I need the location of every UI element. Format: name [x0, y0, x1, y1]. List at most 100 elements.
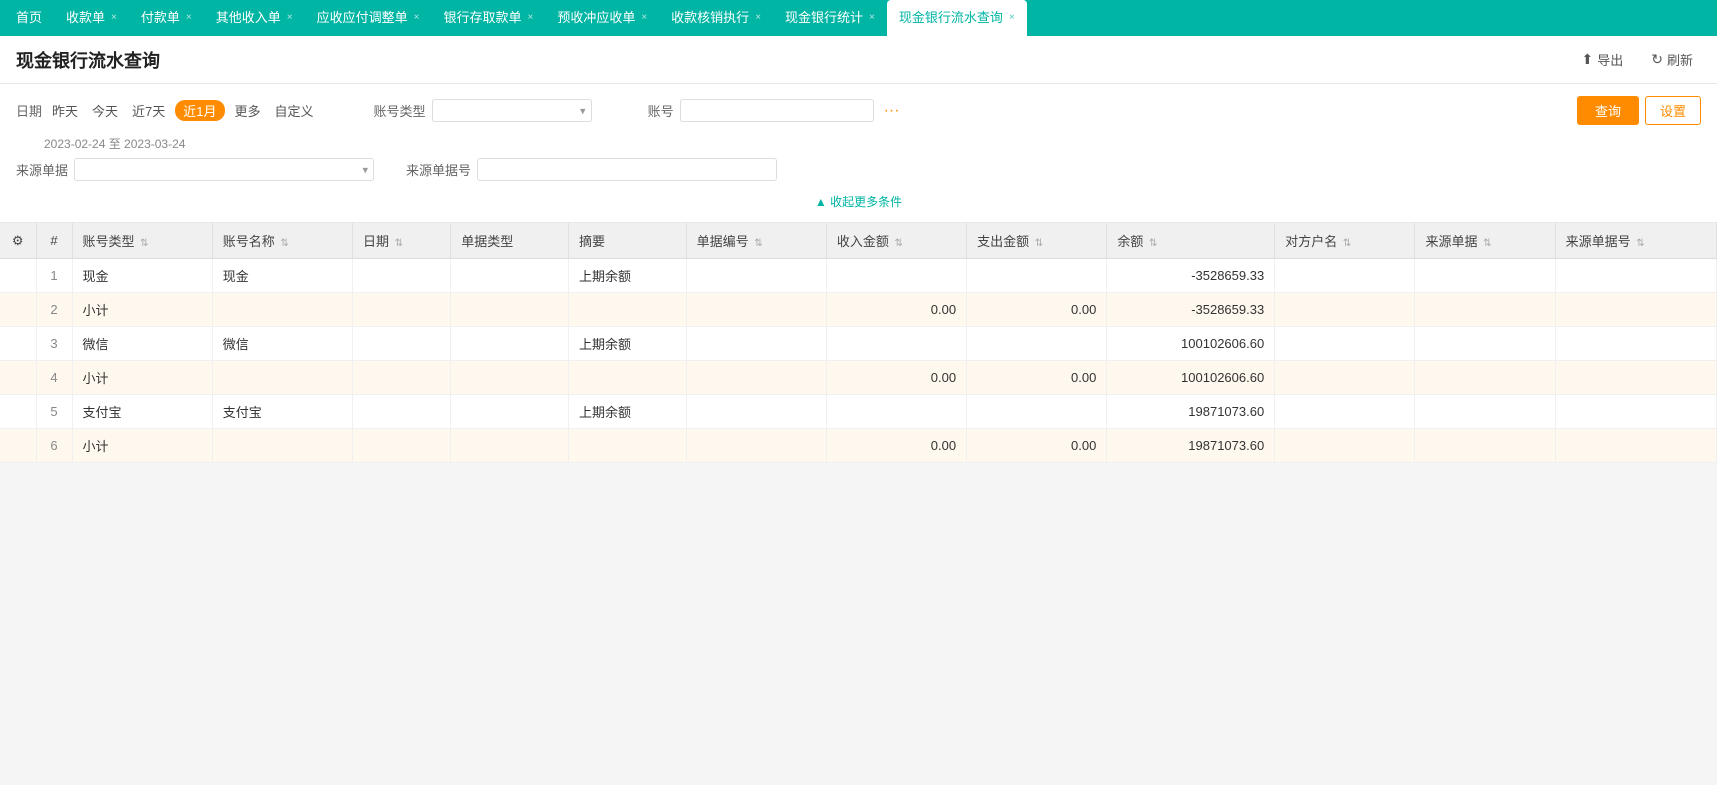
cell-expense: 0.00 — [967, 429, 1107, 463]
cell-doc-type — [451, 293, 569, 327]
cell-doc-no — [686, 293, 826, 327]
cell-doc-no — [686, 327, 826, 361]
date-more[interactable]: 更多 — [231, 100, 265, 121]
cell-checkbox — [0, 327, 36, 361]
account-input[interactable] — [680, 99, 874, 122]
close-tab-6-icon[interactable]: × — [755, 0, 761, 36]
cell-doc-type — [451, 327, 569, 361]
column-doc-no[interactable]: 单据编号 ⇅ — [686, 223, 826, 259]
column-income[interactable]: 收入金额 ⇅ — [826, 223, 966, 259]
cell-income: 0.00 — [826, 293, 966, 327]
cell-source-doc-no — [1555, 429, 1716, 463]
cell-source-doc — [1415, 259, 1555, 293]
cell-income — [826, 259, 966, 293]
close-tab-3-icon[interactable]: × — [414, 0, 420, 36]
date-custom[interactable]: 自定义 — [271, 100, 318, 121]
cell-balance: -3528659.33 — [1107, 293, 1275, 327]
close-tab-2-icon[interactable]: × — [287, 0, 293, 36]
cell-counterparty — [1275, 259, 1415, 293]
cell-income: 0.00 — [826, 429, 966, 463]
cell-date — [352, 361, 450, 395]
close-tab-8-icon[interactable]: × — [1009, 0, 1015, 36]
nav-tab-1[interactable]: 付款单 × — [129, 0, 204, 36]
table-row: 1现金现金上期余额-3528659.33 — [0, 259, 1717, 293]
nav-tab-6[interactable]: 收款核销执行 × — [659, 0, 773, 36]
nav-tab-3[interactable]: 应收应付调整单 × — [305, 0, 432, 36]
date-yesterday[interactable]: 昨天 — [48, 100, 82, 121]
column-expense[interactable]: 支出金额 ⇅ — [967, 223, 1107, 259]
nav-home[interactable]: 首页 — [4, 0, 54, 36]
cell-rownum: 6 — [36, 429, 72, 463]
cell-balance: -3528659.33 — [1107, 259, 1275, 293]
column-doc-type: 单据类型 — [451, 223, 569, 259]
close-tab-5-icon[interactable]: × — [641, 0, 647, 36]
close-tab-0-icon[interactable]: × — [111, 0, 117, 36]
close-tab-7-icon[interactable]: × — [869, 0, 875, 36]
close-tab-1-icon[interactable]: × — [186, 0, 192, 36]
table-container: ⚙ # 账号类型 ⇅ 账号名称 ⇅ 日期 ⇅ 单据类型 摘要 单据编号 ⇅ 收入… — [0, 223, 1717, 463]
cell-checkbox — [0, 259, 36, 293]
filter-row-2: 来源单据 来源单据号 — [16, 158, 1701, 181]
table-row: 6小计0.000.0019871073.60 — [0, 429, 1717, 463]
cell-expense — [967, 259, 1107, 293]
cell-doc-type — [451, 259, 569, 293]
column-balance[interactable]: 余额 ⇅ — [1107, 223, 1275, 259]
cell-source-doc — [1415, 429, 1555, 463]
column-date[interactable]: 日期 ⇅ — [352, 223, 450, 259]
collapse-bar[interactable]: ▲ 收起更多条件 — [16, 189, 1701, 214]
query-button[interactable]: 查询 — [1577, 96, 1639, 125]
account-dots-icon[interactable]: ··· — [880, 102, 904, 120]
cell-source-doc — [1415, 361, 1555, 395]
date-7days[interactable]: 近7天 — [128, 100, 169, 121]
nav-tab-0[interactable]: 收款单 × — [54, 0, 129, 36]
column-account-type[interactable]: 账号类型 ⇅ — [72, 223, 212, 259]
nav-tab-4[interactable]: 银行存取款单 × — [431, 0, 545, 36]
source-doc-filter-group: 来源单据 — [16, 158, 374, 181]
source-doc-num-input[interactable] — [477, 158, 777, 181]
cell-doc-no — [686, 259, 826, 293]
cell-summary — [568, 361, 686, 395]
nav-tab-5[interactable]: 预收冲应收单 × — [545, 0, 659, 36]
cell-summary: 上期余额 — [568, 327, 686, 361]
cell-date — [352, 293, 450, 327]
page-title: 现金银行流水查询 — [16, 47, 160, 73]
column-source-doc[interactable]: 来源单据 ⇅ — [1415, 223, 1555, 259]
date-range-text: 2023-02-24 至 2023-03-24 — [44, 135, 185, 152]
cell-expense — [967, 327, 1107, 361]
export-button[interactable]: ⬆ 导出 — [1574, 46, 1632, 73]
refresh-button[interactable]: ↻ 刷新 — [1643, 46, 1701, 73]
nav-tab-8[interactable]: 现金银行流水查询 × — [887, 0, 1027, 36]
page-header: 现金银行流水查询 ⬆ 导出 ↻ 刷新 — [0, 36, 1717, 84]
close-tab-4-icon[interactable]: × — [527, 0, 533, 36]
account-type-select[interactable] — [432, 99, 592, 122]
cell-income — [826, 395, 966, 429]
cell-counterparty — [1275, 395, 1415, 429]
settings-button[interactable]: 设置 — [1645, 96, 1701, 125]
source-doc-select-wrapper — [74, 158, 374, 181]
header-actions: ⬆ 导出 ↻ 刷新 — [1574, 46, 1702, 73]
source-doc-label: 来源单据 — [16, 160, 68, 179]
cell-doc-no — [686, 361, 826, 395]
column-gear[interactable]: ⚙ — [0, 223, 36, 259]
cell-source-doc — [1415, 395, 1555, 429]
nav-tab-2[interactable]: 其他收入单 × — [204, 0, 305, 36]
source-doc-select[interactable] — [74, 158, 374, 181]
nav-tab-7[interactable]: 现金银行统计 × — [773, 0, 887, 36]
cell-expense: 0.00 — [967, 361, 1107, 395]
cell-balance: 19871073.60 — [1107, 395, 1275, 429]
column-account-name[interactable]: 账号名称 ⇅ — [212, 223, 352, 259]
column-source-doc-no[interactable]: 来源单据号 ⇅ — [1555, 223, 1716, 259]
column-counterparty[interactable]: 对方户名 ⇅ — [1275, 223, 1415, 259]
cell-counterparty — [1275, 361, 1415, 395]
table-row: 2小计0.000.00-3528659.33 — [0, 293, 1717, 327]
cell-account-name — [212, 429, 352, 463]
cell-income: 0.00 — [826, 361, 966, 395]
cell-source-doc-no — [1555, 327, 1716, 361]
table-row: 3微信微信上期余额100102606.60 — [0, 327, 1717, 361]
cell-rownum: 1 — [36, 259, 72, 293]
date-today[interactable]: 今天 — [88, 100, 122, 121]
cell-counterparty — [1275, 293, 1415, 327]
date-1month[interactable]: 近1月 — [175, 100, 224, 121]
account-filter-group: 账号 ··· — [648, 99, 904, 122]
account-label: 账号 — [648, 101, 674, 120]
